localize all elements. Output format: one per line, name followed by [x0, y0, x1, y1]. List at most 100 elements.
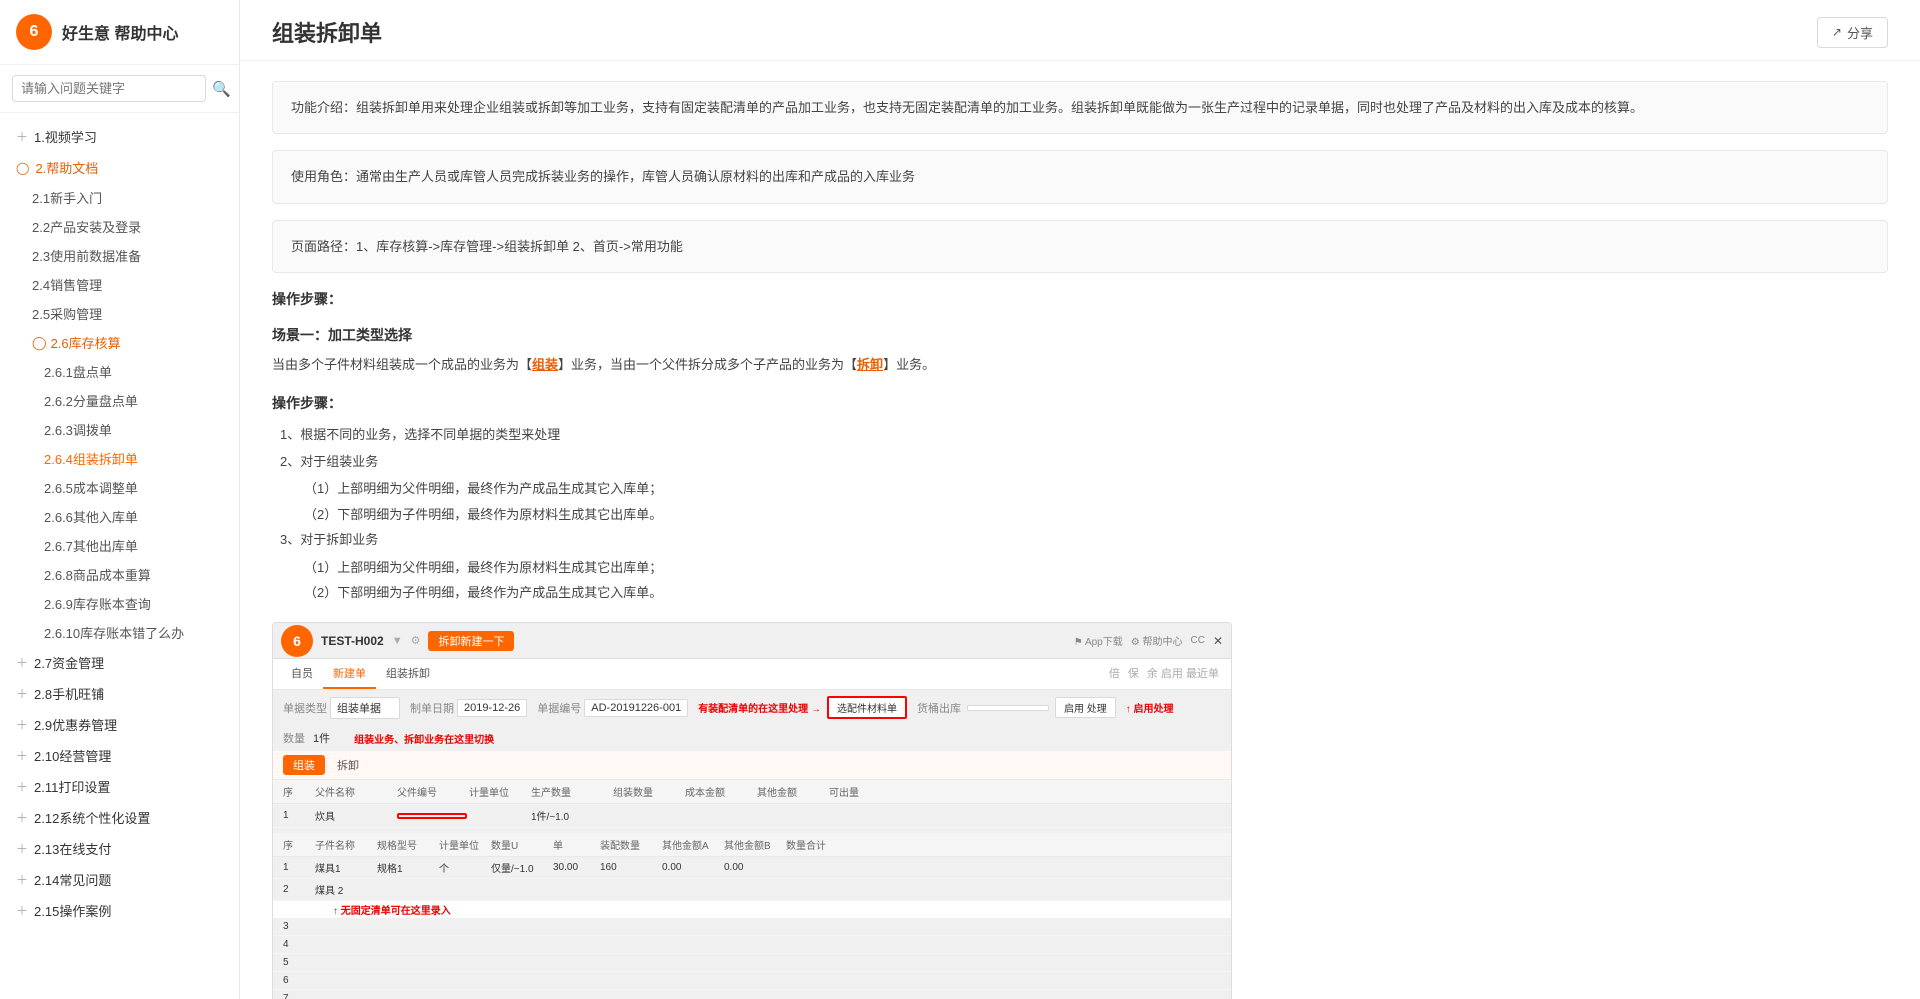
collapse-icon: ◯: [16, 161, 29, 175]
page-title: 组装拆卸单: [272, 16, 382, 48]
sidebar-item-operations[interactable]: ＋ 2.10经营管理: [0, 740, 239, 771]
sidebar-item-faq[interactable]: ＋ 2.14常见问题: [0, 864, 239, 895]
ss-tab-self[interactable]: 自员: [281, 659, 323, 689]
sidebar: 6 好生意 帮助中心 🔍 ＋ 1.视频学习 ◯ 2.帮助文档 2.1新手入门 2…: [0, 0, 240, 999]
sidebar-item-coupon[interactable]: ＋ 2.9优惠券管理: [0, 709, 239, 740]
sidebar-item-other-out[interactable]: 2.6.7其他出库单: [0, 531, 239, 560]
ss-lower-table-row-4: 4: [273, 936, 1231, 954]
sidebar-item-other-in[interactable]: 2.6.6其他入库单: [0, 502, 239, 531]
sidebar-item-funds[interactable]: ＋ 2.7资金管理: [0, 647, 239, 678]
ss-lower-table-header: 序 子件名称 规格型号 计量单位 数量U 单 装配数量 其他金额A 其他金额B …: [273, 833, 1231, 857]
sidebar-item-inventory-label: 2.6库存核算: [51, 333, 121, 352]
ss-apply-btn[interactable]: 启用 处理: [1055, 697, 1116, 718]
share-button[interactable]: ↗ 分享: [1817, 17, 1888, 48]
sidebar-item-purchase-label: 2.5采购管理: [32, 307, 102, 322]
disassembly-link[interactable]: 拆卸: [857, 357, 883, 372]
sidebar-item-video[interactable]: ＋ 1.视频学习: [0, 121, 239, 152]
nav-tree: ＋ 1.视频学习 ◯ 2.帮助文档 2.1新手入门 2.2产品安装及登录 2.3…: [0, 113, 239, 999]
sidebar-item-sales-label: 2.4销售管理: [32, 278, 102, 293]
ss-lower-table-row-2: 2 煤具 2: [273, 879, 1231, 901]
ss-lower-table-row-3: 3: [273, 918, 1231, 936]
logo-text: 好生意 帮助中心: [62, 20, 178, 44]
sidebar-item-payment[interactable]: ＋ 2.13在线支付: [0, 833, 239, 864]
role-block: 使用角色：通常由生产人员或库管人员完成拆装业务的操作，库管人员确认原材料的出库和…: [272, 150, 1888, 203]
ss-stock-field[interactable]: [967, 705, 1049, 711]
ss-test-id: TEST-H002: [321, 634, 384, 648]
logo-icon: 6: [16, 14, 52, 50]
ops-steps-title: 操作步骤：: [272, 393, 1888, 413]
ss-annotation-type: 组装业务、拆卸业务在这里切换: [354, 731, 494, 746]
ss-disassembly-btn[interactable]: 拆卸: [331, 755, 365, 775]
ss-date-field[interactable]: 2019-12-26: [457, 699, 527, 717]
sidebar-item-cost-recalc[interactable]: 2.6.8商品成本重算: [0, 560, 239, 589]
ss-lower-table-row-6: 6: [273, 972, 1231, 990]
expand-icon: ＋: [16, 128, 28, 145]
scenario1-body: 当由多个子件材料组装成一个成品的业务为【组装】业务，当由一个父件拆分成多个子产品…: [272, 353, 1888, 376]
ss-topbar-btn[interactable]: 拆卸新建一下: [428, 631, 514, 651]
sidebar-item-partial-stocktake[interactable]: 2.6.2分量盘点单: [0, 386, 239, 415]
ss-nav-tabs: 自员 新建单 组装拆卸 倍 保 余 启用 最近单: [273, 659, 1231, 690]
sidebar-item-personalize[interactable]: ＋ 2.12系统个性化设置: [0, 802, 239, 833]
sidebar-item-install-label: 2.2产品安装及登录: [32, 220, 141, 235]
ss-upper-table-header: 序 父件名称 父件编号 计量单位 生产数量 组装数量 成本金额 其他金额 可出量: [273, 780, 1231, 804]
ss-lower-table-row-7: 7: [273, 990, 1231, 999]
assembly-link[interactable]: 组装: [532, 357, 558, 372]
ss-app-icon: 6: [281, 625, 313, 657]
step3-sub2: （2）下部明细为子件明细，最终作为产成品生成其它入库单。: [304, 581, 1888, 604]
sidebar-item-newbie-label: 2.1新手入门: [32, 191, 102, 206]
step2-sub1: （1）上部明细为父件明细，最终作为产成品生成其它入库单；: [304, 477, 1888, 500]
sidebar-item-transfer[interactable]: 2.6.3调拨单: [0, 415, 239, 444]
step2-sub2: （2）下部明细为子件明细，最终作为原材料生成其它出库单。: [304, 503, 1888, 526]
ss-apply-label: 启用 处理: [1064, 704, 1107, 715]
ss-parent-code-cell[interactable]: [397, 813, 467, 819]
sidebar-item-stock-ledger[interactable]: 2.6.9库存账本查询: [0, 589, 239, 618]
ss-assembly-btn[interactable]: 组装: [283, 755, 325, 775]
ss-annotation-has-bom: 有装配清单的在这里处理 →: [698, 700, 821, 715]
sidebar-item-newbie[interactable]: 2.1新手入门: [0, 183, 239, 212]
search-input[interactable]: [12, 75, 206, 102]
step3: 3、对于拆卸业务: [280, 528, 1888, 551]
sidebar-item-stock-error[interactable]: 2.6.10库存账本错了么办: [0, 618, 239, 647]
main-content: 组装拆卸单 ↗ 分享 功能介绍：组装拆卸单用来处理企业组装或拆卸等加工业务，支持…: [240, 0, 1920, 999]
ops-title: 操作步骤：: [272, 289, 1888, 309]
step3-sub1: （1）上部明细为父件明细，最终作为原材料生成其它出库单；: [304, 556, 1888, 579]
ss-tab-new[interactable]: 新建单: [323, 659, 376, 689]
search-icon[interactable]: 🔍: [212, 80, 231, 98]
sidebar-item-install[interactable]: 2.2产品安装及登录: [0, 212, 239, 241]
sidebar-item-purchase[interactable]: 2.5采购管理: [0, 299, 239, 328]
sidebar-item-docs-label: 2.帮助文档: [35, 158, 98, 177]
step1: 1、根据不同的业务，选择不同单据的类型来处理: [280, 423, 1888, 446]
screenshot-container: 6 TEST-H002 ▼ ⚙ 拆卸新建一下 ⚑ App下载 ⚙ 帮助中心 CC…: [272, 622, 1232, 999]
ss-annotation-apply: ↑ 启用处理: [1126, 700, 1174, 715]
ss-annotation-no-bom: ↑ 无固定清单可在这里录入: [273, 901, 1231, 918]
sidebar-item-sales[interactable]: 2.4销售管理: [0, 270, 239, 299]
sidebar-item-assembly[interactable]: 2.6.4组装拆卸单: [0, 444, 239, 473]
sidebar-item-prep-label: 2.3使用前数据准备: [32, 249, 141, 264]
ss-upper-table-row-1: 1 炊具 1件/~1.0: [273, 804, 1231, 828]
ss-close-icon[interactable]: ✕: [1213, 634, 1223, 648]
sidebar-item-mobile[interactable]: ＋ 2.8手机旺铺: [0, 678, 239, 709]
search-area: 🔍: [0, 65, 239, 113]
sidebar-item-docs[interactable]: ◯ 2.帮助文档: [0, 152, 239, 183]
ss-form-row: 单据类型 组装单据 制单日期 2019-12-26 单据编号 AD-201912…: [273, 690, 1231, 726]
sidebar-item-cost-adjust[interactable]: 2.6.5成本调整单: [0, 473, 239, 502]
ss-order-field[interactable]: AD-20191226-001: [584, 699, 688, 717]
sidebar-item-video-label: 1.视频学习: [34, 127, 97, 146]
logo-area: 6 好生意 帮助中心: [0, 0, 239, 65]
sidebar-item-inventory[interactable]: ◯ 2.6库存核算: [0, 328, 239, 357]
path-block: 页面路径：1、库存核算->库存管理->组装拆卸单 2、首页->常用功能: [272, 220, 1888, 273]
ss-count-row: 数量 1件 组装业务、拆卸业务在这里切换: [273, 726, 1231, 751]
ss-tab-assembly[interactable]: 组装拆卸: [376, 659, 440, 689]
sidebar-item-stocktake[interactable]: 2.6.1盘点单: [0, 357, 239, 386]
content-area: 功能介绍：组装拆卸单用来处理企业组装或拆卸等加工业务，支持有固定装配清单的产品加…: [240, 61, 1920, 999]
ss-type-field[interactable]: 组装单据: [330, 697, 400, 719]
sidebar-item-cases[interactable]: ＋ 2.15操作案例: [0, 895, 239, 926]
page-header: 组装拆卸单 ↗ 分享: [240, 0, 1920, 61]
scenario1-title: 场景一：加工类型选择: [272, 325, 1888, 345]
share-icon: ↗: [1832, 25, 1842, 39]
sidebar-item-prep[interactable]: 2.3使用前数据准备: [0, 241, 239, 270]
sidebar-item-print[interactable]: ＋ 2.11打印设置: [0, 771, 239, 802]
inventory-collapse-icon: ◯: [32, 335, 47, 351]
ss-confirm-btn[interactable]: 选配件材料单: [827, 696, 907, 719]
step2: 2、对于组装业务: [280, 450, 1888, 473]
